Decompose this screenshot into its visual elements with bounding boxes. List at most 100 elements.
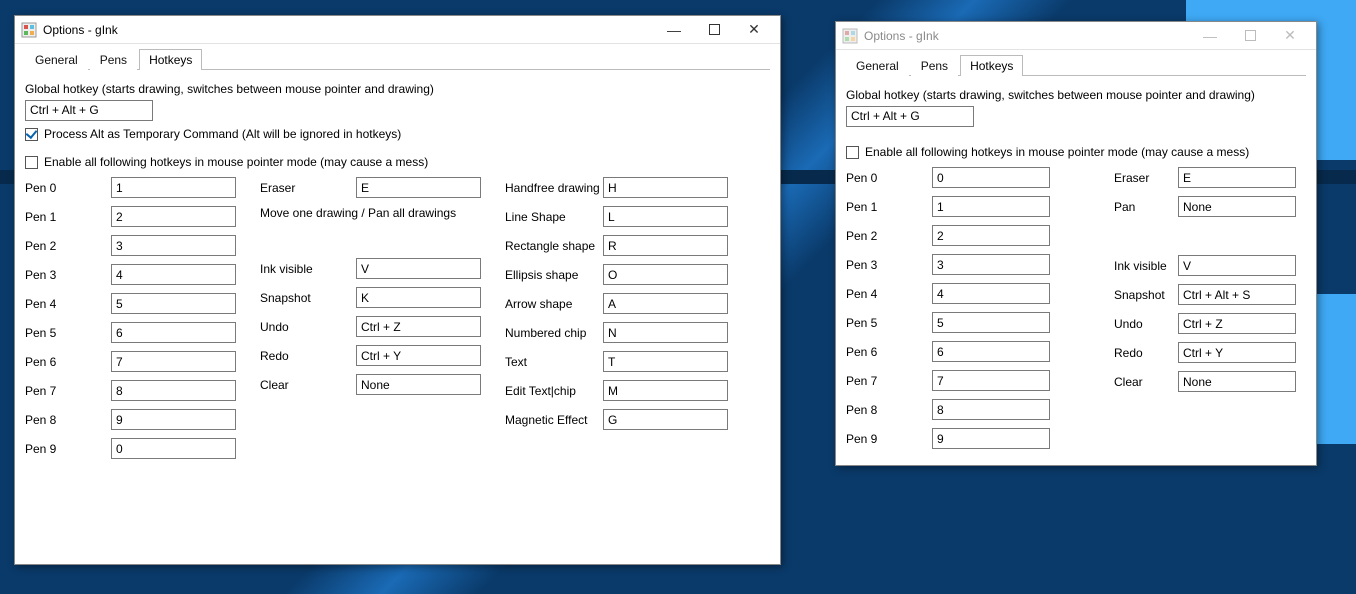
clear-label: Clear [1114, 375, 1178, 389]
process-alt-label: Process Alt as Temporary Command (Alt wi… [44, 127, 401, 141]
pen-label-pen-1: Pen 1 [846, 200, 932, 214]
shape-label-numbered-chip: Numbered chip [505, 326, 603, 340]
minimize-button[interactable]: — [654, 19, 694, 41]
shape-input-line-shape[interactable] [603, 206, 728, 227]
enable-all-label: Enable all following hotkeys in mouse po… [44, 155, 428, 169]
shape-label-ellipsis-shape: Ellipsis shape [505, 268, 603, 282]
eraser-label: Eraser [1114, 171, 1178, 185]
pen-input-pen-3[interactable] [932, 254, 1050, 275]
pen-input-pen-0[interactable] [932, 167, 1050, 188]
shape-label-line-shape: Line Shape [505, 210, 603, 224]
app-icon [842, 28, 858, 44]
minimize-button[interactable]: — [1190, 25, 1230, 47]
tab-hotkeys[interactable]: Hotkeys [139, 49, 202, 70]
pen-label-pen-8: Pen 8 [25, 413, 111, 427]
shape-label-arrow-shape: Arrow shape [505, 297, 603, 311]
tabs: General Pens Hotkeys [846, 54, 1306, 76]
shape-label-rectangle-shape: Rectangle shape [505, 239, 603, 253]
pen-input-pen-6[interactable] [111, 351, 236, 372]
pen-input-pen-7[interactable] [111, 380, 236, 401]
pen-input-pen-8[interactable] [932, 399, 1050, 420]
tab-pens[interactable]: Pens [90, 49, 137, 70]
process-alt-checkbox[interactable] [25, 128, 38, 141]
ink-visible-input[interactable] [356, 258, 481, 279]
eraser-input[interactable] [356, 177, 481, 198]
global-hotkey-heading: Global hotkey (starts drawing, switches … [846, 88, 1306, 102]
global-hotkey-input[interactable]: Ctrl + Alt + G [25, 100, 153, 121]
pen-label-pen-4: Pen 4 [846, 287, 932, 301]
enable-all-checkbox[interactable] [846, 146, 859, 159]
ink-visible-input[interactable] [1178, 255, 1296, 276]
redo-label: Redo [1114, 346, 1178, 360]
pen-input-pen-7[interactable] [932, 370, 1050, 391]
global-hotkey-input[interactable]: Ctrl + Alt + G [846, 106, 974, 127]
shape-input-ellipsis-shape[interactable] [603, 264, 728, 285]
enable-all-checkbox[interactable] [25, 156, 38, 169]
pen-label-pen-9: Pen 9 [846, 432, 932, 446]
pen-input-pen-4[interactable] [932, 283, 1050, 304]
clear-input[interactable] [1178, 371, 1296, 392]
shape-label-magnetic-effect: Magnetic Effect [505, 413, 603, 427]
shape-input-arrow-shape[interactable] [603, 293, 728, 314]
redo-input[interactable] [356, 345, 481, 366]
pan-all-label: Move one drawing / Pan all drawings [260, 206, 456, 220]
pen-input-pen-9[interactable] [111, 438, 236, 459]
pen-input-pen-1[interactable] [111, 206, 236, 227]
pen-input-pen-0[interactable] [111, 177, 236, 198]
pen-input-pen-2[interactable] [932, 225, 1050, 246]
pen-input-pen-2[interactable] [111, 235, 236, 256]
clear-label: Clear [260, 378, 356, 392]
shape-input-rectangle-shape[interactable] [603, 235, 728, 256]
tab-pens[interactable]: Pens [911, 55, 958, 76]
shape-input-handfree-drawing[interactable] [603, 177, 728, 198]
maximize-button[interactable] [694, 19, 734, 41]
tab-hotkeys[interactable]: Hotkeys [960, 55, 1023, 76]
snapshot-input[interactable] [356, 287, 481, 308]
tabs: General Pens Hotkeys [25, 48, 770, 70]
pen-label-pen-6: Pen 6 [846, 345, 932, 359]
shape-input-text[interactable] [603, 351, 728, 372]
pen-label-pen-2: Pen 2 [846, 229, 932, 243]
ink-visible-label: Ink visible [1114, 259, 1178, 273]
pen-input-pen-9[interactable] [932, 428, 1050, 449]
window-title: Options - gInk [43, 23, 654, 37]
pen-input-pen-1[interactable] [932, 196, 1050, 217]
titlebar[interactable]: Options - gInk — ✕ [15, 16, 780, 44]
shape-label-handfree-drawing: Handfree drawing [505, 181, 603, 195]
pen-label-pen-1: Pen 1 [25, 210, 111, 224]
pen-label-pen-5: Pen 5 [846, 316, 932, 330]
tab-general[interactable]: General [25, 49, 88, 70]
pan-input[interactable] [1178, 196, 1296, 217]
shape-input-edit-text-chip[interactable] [603, 380, 728, 401]
pen-label-pen-8: Pen 8 [846, 403, 932, 417]
pen-input-pen-4[interactable] [111, 293, 236, 314]
pan-label: Pan [1114, 200, 1178, 214]
pen-label-pen-0: Pen 0 [25, 181, 111, 195]
pen-input-pen-5[interactable] [932, 312, 1050, 333]
pen-input-pen-5[interactable] [111, 322, 236, 343]
global-hotkey-heading: Global hotkey (starts drawing, switches … [25, 82, 770, 96]
pen-label-pen-3: Pen 3 [846, 258, 932, 272]
titlebar[interactable]: Options - gInk — ✕ [836, 22, 1316, 50]
pen-input-pen-6[interactable] [932, 341, 1050, 362]
close-button[interactable]: ✕ [734, 19, 774, 41]
shape-label-edit-text-chip: Edit Text|chip [505, 384, 603, 398]
undo-input[interactable] [356, 316, 481, 337]
eraser-label: Eraser [260, 181, 356, 195]
tab-general[interactable]: General [846, 55, 909, 76]
undo-label: Undo [1114, 317, 1178, 331]
pen-input-pen-8[interactable] [111, 409, 236, 430]
window-title: Options - gInk [864, 29, 1190, 43]
eraser-input[interactable] [1178, 167, 1296, 188]
close-button[interactable]: ✕ [1270, 25, 1310, 47]
shape-input-magnetic-effect[interactable] [603, 409, 728, 430]
pen-input-pen-3[interactable] [111, 264, 236, 285]
redo-input[interactable] [1178, 342, 1296, 363]
pen-label-pen-4: Pen 4 [25, 297, 111, 311]
undo-input[interactable] [1178, 313, 1296, 334]
options-window-right: Options - gInk — ✕ General Pens Hotkeys … [835, 21, 1317, 466]
snapshot-input[interactable] [1178, 284, 1296, 305]
clear-input[interactable] [356, 374, 481, 395]
maximize-button[interactable] [1230, 25, 1270, 47]
shape-input-numbered-chip[interactable] [603, 322, 728, 343]
